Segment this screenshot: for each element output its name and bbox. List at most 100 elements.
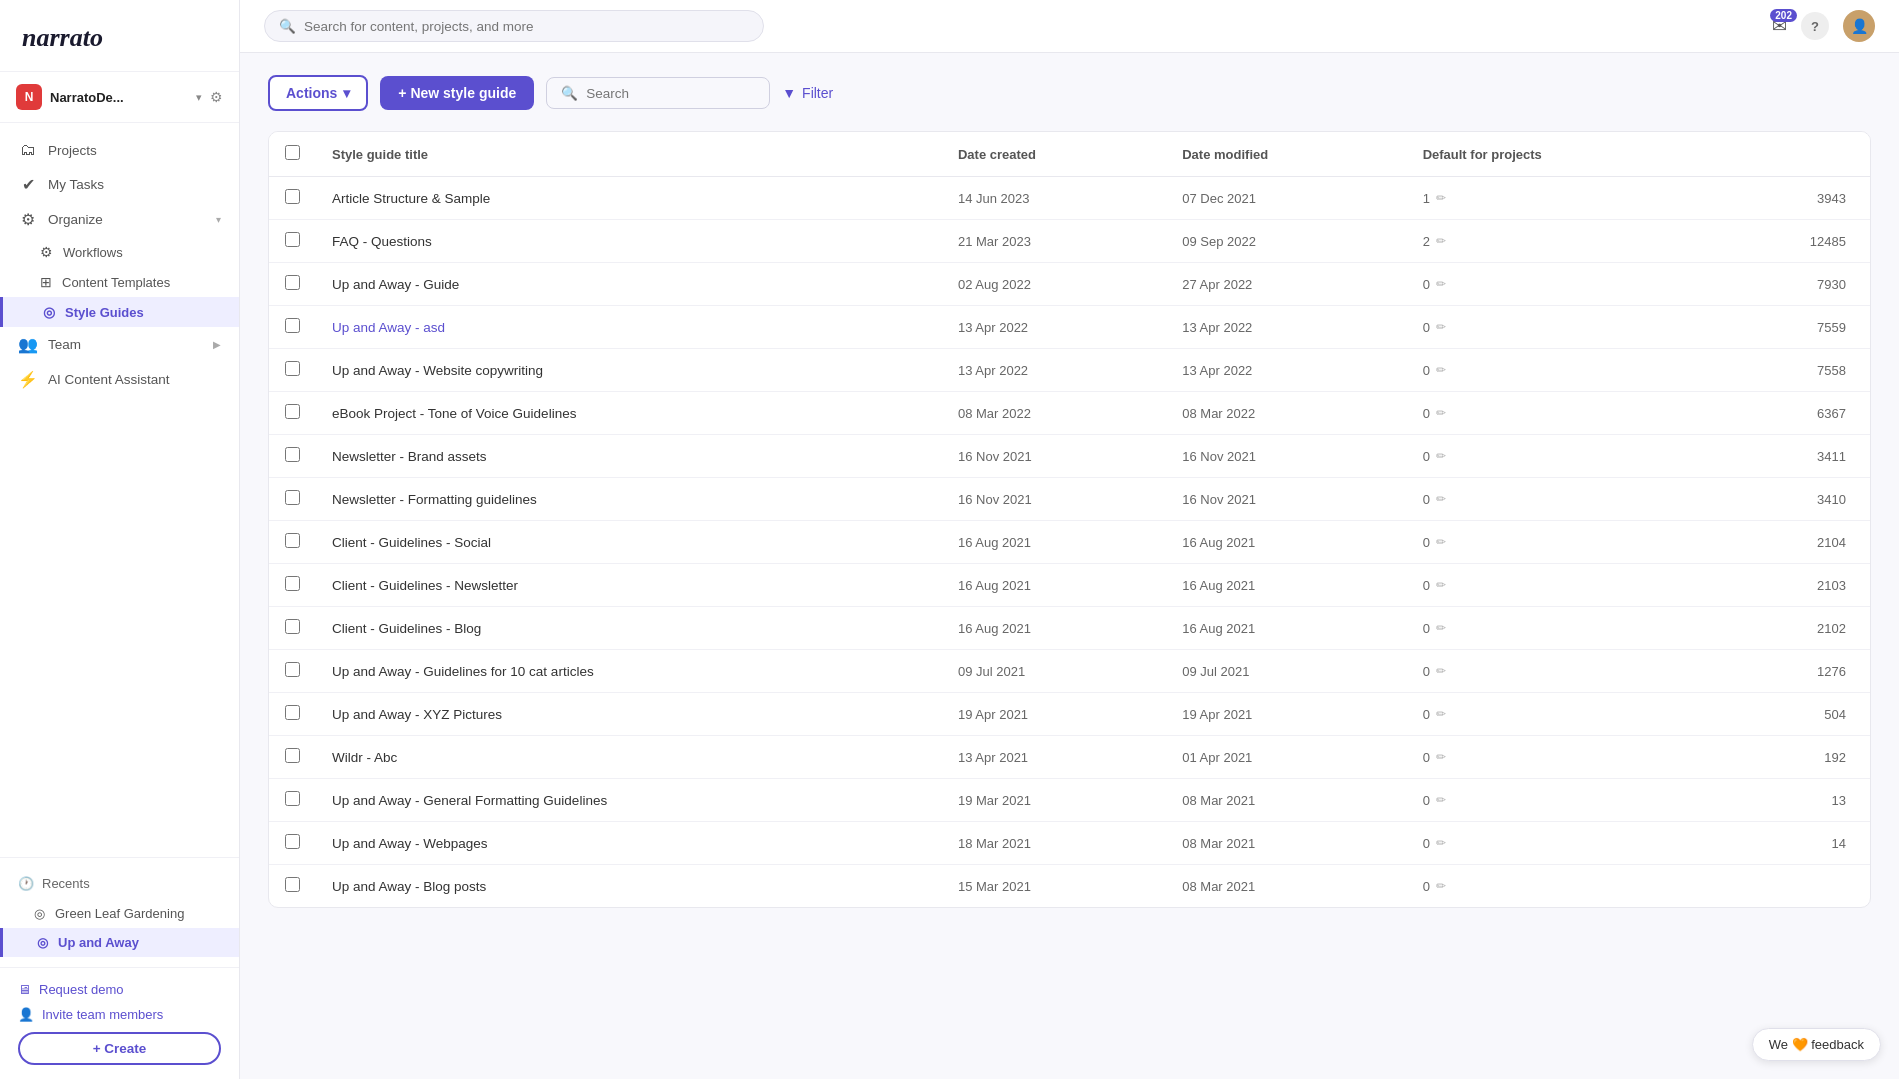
sidebar-organize-group[interactable]: ⚙ Organize ▾: [0, 202, 239, 237]
row-count: 2103: [1715, 564, 1870, 607]
sidebar-ai-label: AI Content Assistant: [48, 372, 221, 387]
sidebar-item-my-tasks[interactable]: ✔ My Tasks: [0, 167, 239, 202]
sidebar-workflows-label: Workflows: [63, 245, 123, 260]
row-checkbox[interactable]: [285, 318, 300, 333]
row-checkbox[interactable]: [285, 447, 300, 462]
row-edit-icon[interactable]: ✏: [1436, 836, 1446, 850]
row-checkbox[interactable]: [285, 834, 300, 849]
actions-button[interactable]: Actions ▾: [268, 75, 368, 111]
row-count: 2104: [1715, 521, 1870, 564]
row-default: 0✏: [1407, 779, 1715, 822]
invite-team-link[interactable]: 👤 Invite team members: [18, 1007, 221, 1022]
recent-item-up-and-away[interactable]: ◎ Up and Away: [0, 928, 239, 957]
row-date-created: 16 Aug 2021: [942, 564, 1166, 607]
row-checkbox[interactable]: [285, 232, 300, 247]
col-title: Style guide title: [316, 132, 942, 177]
row-edit-icon[interactable]: ✏: [1436, 406, 1446, 420]
sidebar-item-style-guides[interactable]: ◎ Style Guides: [0, 297, 239, 327]
row-date-modified: 09 Jul 2021: [1166, 650, 1406, 693]
row-count: 7559: [1715, 306, 1870, 349]
recents-icon: 🕐: [18, 876, 34, 891]
row-checkbox[interactable]: [285, 791, 300, 806]
row-checkbox[interactable]: [285, 662, 300, 677]
feedback-button[interactable]: We 🧡 feedback: [1752, 1028, 1881, 1061]
sidebar-item-team[interactable]: 👥 Team ▶: [0, 327, 239, 362]
row-edit-icon[interactable]: ✏: [1436, 879, 1446, 893]
row-title: FAQ - Questions: [316, 220, 942, 263]
row-title: Client - Guidelines - Social: [316, 521, 942, 564]
row-edit-icon[interactable]: ✏: [1436, 191, 1446, 205]
row-checkbox[interactable]: [285, 189, 300, 204]
table-row: Up and Away - Guidelines for 10 cat arti…: [269, 650, 1870, 693]
row-checkbox[interactable]: [285, 619, 300, 634]
create-button[interactable]: + Create: [18, 1032, 221, 1065]
row-edit-icon[interactable]: ✏: [1436, 750, 1446, 764]
row-edit-icon[interactable]: ✏: [1436, 621, 1446, 635]
row-date-created: 19 Apr 2021: [942, 693, 1166, 736]
row-edit-icon[interactable]: ✏: [1436, 277, 1446, 291]
help-button[interactable]: ?: [1801, 12, 1829, 40]
row-date-created: 15 Mar 2021: [942, 865, 1166, 908]
recent-item-green-leaf[interactable]: ◎ Green Leaf Gardening: [0, 899, 239, 928]
row-title-link[interactable]: Up and Away - asd: [332, 320, 445, 335]
row-checkbox[interactable]: [285, 576, 300, 591]
row-date-modified: 16 Nov 2021: [1166, 478, 1406, 521]
sidebar-item-content-templates[interactable]: ⊞ Content Templates: [0, 267, 239, 297]
row-date-modified: 16 Nov 2021: [1166, 435, 1406, 478]
mail-button[interactable]: ✉ 202: [1772, 15, 1787, 37]
row-edit-icon[interactable]: ✏: [1436, 664, 1446, 678]
row-edit-icon[interactable]: ✏: [1436, 363, 1446, 377]
top-search-bar[interactable]: 🔍: [264, 10, 764, 42]
top-search-input[interactable]: [304, 19, 749, 34]
style-guide-search-input[interactable]: [586, 86, 755, 101]
row-date-modified: 13 Apr 2022: [1166, 306, 1406, 349]
row-title: Up and Away - Blog posts: [316, 865, 942, 908]
row-checkbox[interactable]: [285, 748, 300, 763]
row-edit-icon[interactable]: ✏: [1436, 578, 1446, 592]
user-avatar[interactable]: 👤: [1843, 10, 1875, 42]
row-date-modified: 13 Apr 2022: [1166, 349, 1406, 392]
row-edit-icon[interactable]: ✏: [1436, 449, 1446, 463]
filter-button[interactable]: ▼ Filter: [782, 85, 833, 101]
row-checkbox[interactable]: [285, 877, 300, 892]
row-checkbox[interactable]: [285, 404, 300, 419]
sidebar-item-workflows[interactable]: ⚙ Workflows: [0, 237, 239, 267]
row-edit-icon[interactable]: ✏: [1436, 535, 1446, 549]
row-checkbox[interactable]: [285, 705, 300, 720]
row-edit-icon[interactable]: ✏: [1436, 320, 1446, 334]
team-icon: 👥: [18, 335, 38, 354]
row-count: 1276: [1715, 650, 1870, 693]
row-checkbox[interactable]: [285, 275, 300, 290]
row-default: 0✏: [1407, 607, 1715, 650]
select-all-checkbox[interactable]: [285, 145, 300, 160]
table-row: Up and Away - General Formatting Guideli…: [269, 779, 1870, 822]
table-row: Up and Away - Webpages18 Mar 202108 Mar …: [269, 822, 1870, 865]
row-checkbox[interactable]: [285, 361, 300, 376]
row-checkbox[interactable]: [285, 533, 300, 548]
workspace-switcher[interactable]: N NarratoDe... ▾ ⚙: [0, 72, 239, 123]
green-leaf-icon: ◎: [34, 906, 45, 921]
col-date-modified: Date modified: [1166, 132, 1406, 177]
row-default: 0✏: [1407, 822, 1715, 865]
row-default: 0✏: [1407, 693, 1715, 736]
row-edit-icon[interactable]: ✏: [1436, 793, 1446, 807]
sidebar-item-ai[interactable]: ⚡ AI Content Assistant: [0, 362, 239, 397]
row-count: 6367: [1715, 392, 1870, 435]
row-count: 13: [1715, 779, 1870, 822]
row-edit-icon[interactable]: ✏: [1436, 234, 1446, 248]
row-checkbox[interactable]: [285, 490, 300, 505]
row-date-modified: 27 Apr 2022: [1166, 263, 1406, 306]
table-row: Up and Away - Blog posts15 Mar 202108 Ma…: [269, 865, 1870, 908]
row-title[interactable]: Up and Away - asd: [316, 306, 942, 349]
sidebar-item-projects[interactable]: 🗂 Projects: [0, 133, 239, 167]
request-demo-link[interactable]: 🖥 Request demo: [18, 982, 221, 997]
row-edit-icon[interactable]: ✏: [1436, 707, 1446, 721]
style-guide-search[interactable]: 🔍: [546, 77, 770, 109]
new-style-guide-button[interactable]: + New style guide: [380, 76, 534, 110]
actions-label: Actions: [286, 85, 337, 101]
row-date-modified: 16 Aug 2021: [1166, 521, 1406, 564]
table-row: FAQ - Questions21 Mar 202309 Sep 20222✏1…: [269, 220, 1870, 263]
workspace-gear-icon[interactable]: ⚙: [210, 89, 223, 105]
workspace-chevron-icon: ▾: [196, 91, 202, 104]
row-edit-icon[interactable]: ✏: [1436, 492, 1446, 506]
